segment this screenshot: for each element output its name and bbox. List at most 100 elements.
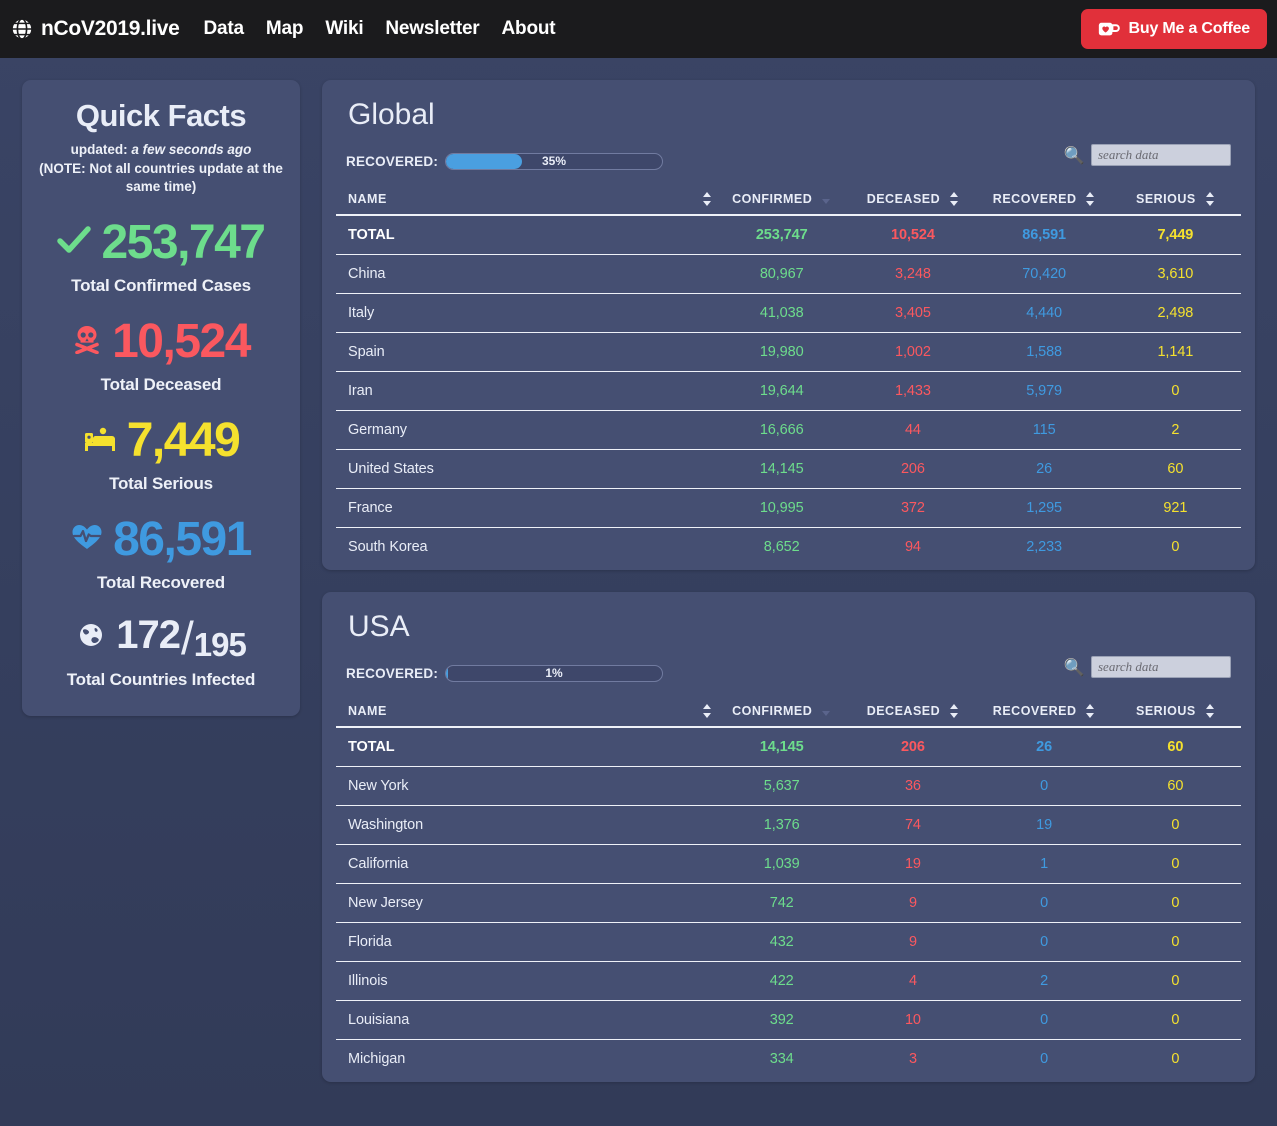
global-col-recovered[interactable]: RECOVERED: [978, 186, 1110, 216]
countries-total-count: 195: [193, 625, 247, 663]
table-row[interactable]: Illinois 422 4 2 0: [336, 961, 1241, 1001]
cell-recovered: 1,588: [978, 332, 1110, 372]
cell-serious: 921: [1109, 488, 1241, 528]
table-row[interactable]: China 80,967 3,248 70,420 3,610: [336, 254, 1241, 294]
usa-col-serious[interactable]: SERIOUS: [1109, 698, 1241, 728]
global-col-name[interactable]: NAME: [336, 186, 717, 216]
table-row[interactable]: Michigan 334 3 0 0: [336, 1040, 1241, 1079]
cell-deceased: 19: [847, 844, 979, 884]
cell-confirmed: 10,995: [716, 488, 848, 528]
table-row[interactable]: United States 14,145 206 26 60: [336, 449, 1241, 489]
buy-me-a-coffee-label: Buy Me a Coffee: [1128, 20, 1251, 37]
usa-table-body: TOTAL 14,145 206 26 60 New York 5,637 36 0 60 Wash…: [336, 727, 1241, 1078]
cell-recovered: 0: [978, 766, 1110, 806]
updated-prefix: updated:: [70, 142, 132, 157]
cell-recovered: 19: [978, 805, 1110, 845]
table-row[interactable]: California 1,039 19 1 0: [336, 844, 1241, 884]
table-row[interactable]: Italy 41,038 3,405 4,440 2,498: [336, 293, 1241, 333]
cell-deceased: 74: [847, 805, 979, 845]
sort-descending-icon: [822, 192, 831, 206]
cell-confirmed: 41,038: [716, 293, 848, 333]
cell-name: New Jersey: [336, 883, 717, 923]
total-deceased-label: Total Deceased: [100, 374, 222, 394]
cell-recovered: 115: [978, 410, 1110, 450]
table-row[interactable]: TOTAL 14,145 206 26 60: [336, 727, 1241, 767]
cell-deceased: 36: [847, 766, 979, 806]
global-table-head: NAME CONFIRMED DECEASED RECOVERED SERIOU…: [336, 186, 1241, 216]
table-row[interactable]: South Korea 8,652 94 2,233 0: [336, 528, 1241, 567]
quick-facts-updated: updated: a few seconds ago: [38, 141, 284, 159]
usa-col-name-label: NAME: [348, 704, 387, 718]
cell-confirmed: 8,652: [763, 539, 800, 555]
global-col-confirmed[interactable]: CONFIRMED: [716, 186, 848, 216]
stat-total-confirmed: 253,747 Total Confirmed Cases: [38, 215, 284, 296]
navbar: nCoV2019.live Data Map Wiki Newsletter A…: [0, 0, 1277, 58]
cell-confirmed: 19,980: [716, 332, 848, 372]
cell-deceased: 3: [908, 1051, 917, 1067]
usa-col-recovered[interactable]: RECOVERED: [978, 698, 1110, 728]
total-countries-label: Total Countries Infected: [66, 669, 256, 689]
buy-me-a-coffee-button[interactable]: Buy Me a Coffee: [1080, 9, 1267, 49]
table-row[interactable]: New Jersey 742 9 0 0: [336, 883, 1241, 923]
cell-recovered: 1: [978, 844, 1110, 884]
cell-name: Florida: [336, 922, 717, 962]
usa-table-head: NAME CONFIRMED DECEASED RECOVERED SERIOU…: [336, 698, 1241, 728]
cell-name: TOTAL: [336, 215, 717, 255]
global-col-serious-label: SERIOUS: [1135, 192, 1196, 206]
nav-link-data[interactable]: Data: [204, 18, 245, 40]
nav-link-about[interactable]: About: [502, 18, 556, 40]
global-recovered-progress: RECOVERED: 35%: [346, 152, 664, 170]
total-serious-label: Total Serious: [109, 473, 213, 493]
total-confirmed-value: 253,747: [101, 215, 266, 269]
table-row[interactable]: Germany 16,666 44 115 2: [336, 410, 1241, 450]
global-col-serious[interactable]: SERIOUS: [1109, 186, 1241, 216]
quick-facts-title: Quick Facts: [75, 98, 247, 133]
table-row[interactable]: Spain 19,980 1,002 1,588 1,141: [336, 332, 1241, 372]
nav-link-newsletter[interactable]: Newsletter: [385, 18, 479, 40]
table-row[interactable]: New York 5,637 36 0 60: [336, 766, 1241, 806]
global-search: 🔍: [1064, 144, 1231, 166]
global-table: NAME CONFIRMED DECEASED RECOVERED SERIOU…: [336, 186, 1241, 566]
global-col-deceased[interactable]: DECEASED: [847, 186, 979, 216]
cell-confirmed: 742: [716, 883, 848, 923]
sort-both-icon: [1086, 192, 1095, 206]
table-row[interactable]: Louisiana 392 10 0 0: [336, 1000, 1241, 1040]
sort-both-icon: [950, 192, 959, 206]
global-progress-percent: 35%: [542, 154, 567, 168]
table-row[interactable]: Washington 1,376 74 19 0: [336, 805, 1241, 845]
table-row[interactable]: Iran 19,644 1,433 5,979 0: [336, 371, 1241, 411]
check-icon: [57, 225, 92, 260]
total-deceased-value: 10,524: [112, 314, 251, 368]
brand-logo[interactable]: nCoV2019.live: [10, 17, 180, 41]
cell-serious: 60: [1109, 727, 1241, 767]
cell-confirmed: 80,967: [716, 254, 848, 294]
table-row[interactable]: France 10,995 372 1,295 921: [336, 488, 1241, 528]
cell-recovered: 70,420: [978, 254, 1110, 294]
global-panel-controls: RECOVERED: 35% 🔍: [346, 144, 1231, 176]
cell-confirmed: 14,145: [716, 449, 848, 489]
cell-serious: 0: [1109, 922, 1241, 962]
nav-link-wiki[interactable]: Wiki: [325, 18, 363, 40]
table-row[interactable]: Florida 432 9 0 0: [336, 922, 1241, 962]
stat-total-countries: 172 / 195 Total Countries Infected: [38, 615, 284, 690]
page-body: Quick Facts updated: a few seconds ago (…: [0, 58, 1277, 1104]
nav-link-map[interactable]: Map: [266, 18, 304, 40]
usa-col-confirmed[interactable]: CONFIRMED: [716, 698, 848, 728]
table-row[interactable]: TOTAL 253,747 10,524 86,591 7,449: [336, 215, 1241, 255]
cell-name: Louisiana: [336, 1000, 717, 1040]
usa-search-input[interactable]: [1091, 656, 1231, 678]
cell-recovered: 2: [978, 961, 1110, 1001]
heart-pulse-icon: [71, 523, 103, 556]
sort-descending-icon: [822, 704, 831, 718]
cell-recovered: 0: [978, 1000, 1110, 1040]
cell-deceased: 94: [904, 539, 921, 555]
cell-deceased: 9: [847, 883, 979, 923]
usa-col-name[interactable]: NAME: [336, 698, 717, 728]
cell-confirmed: 5,637: [716, 766, 848, 806]
global-search-input[interactable]: [1091, 144, 1231, 166]
cell-confirmed: 1,039: [716, 844, 848, 884]
usa-col-deceased[interactable]: DECEASED: [847, 698, 979, 728]
cell-name: TOTAL: [336, 727, 717, 767]
usa-search: 🔍: [1064, 656, 1231, 678]
cell-name: Washington: [336, 805, 717, 845]
